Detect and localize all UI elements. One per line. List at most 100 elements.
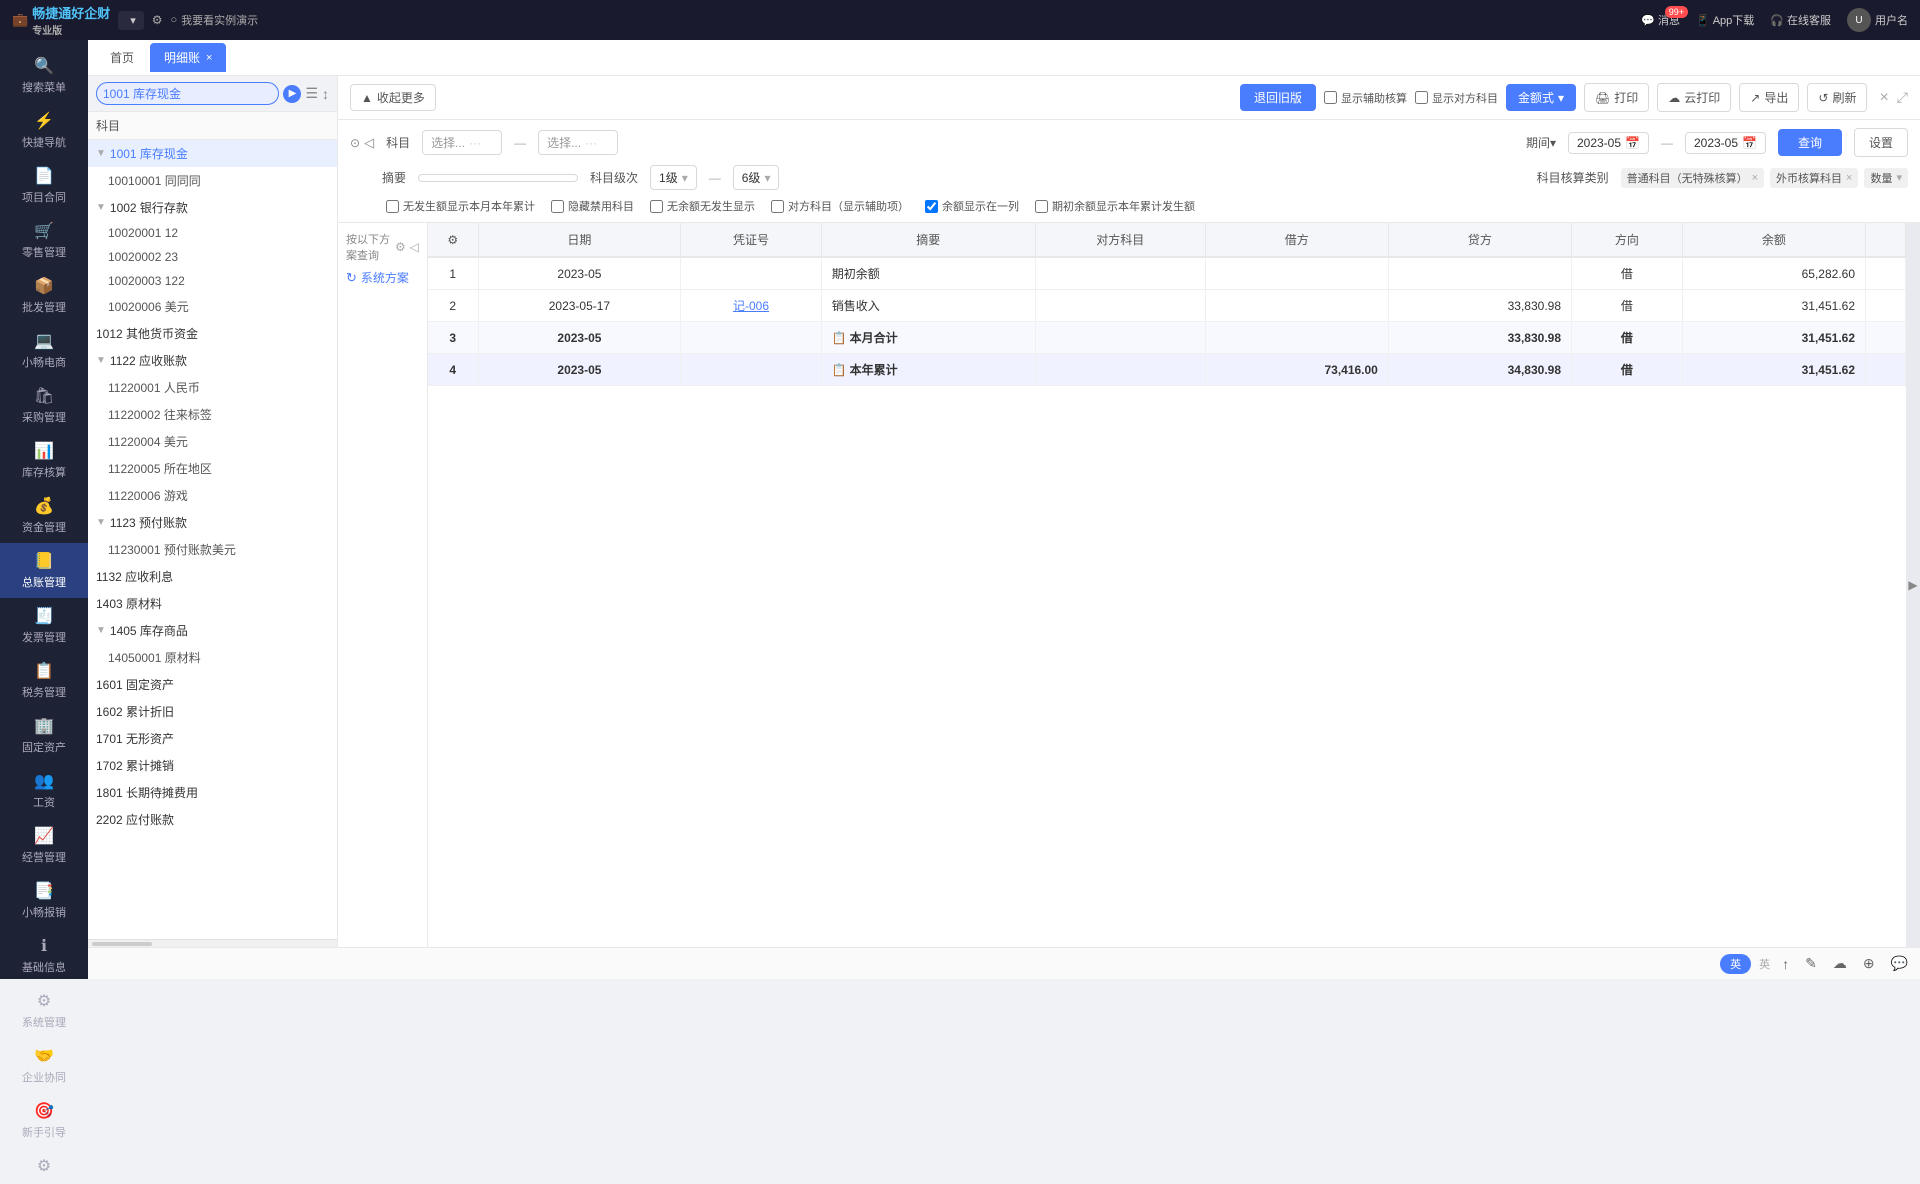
online-service-button[interactable]: 🎧 在线客服 bbox=[1770, 12, 1831, 28]
bottom-icon-1[interactable]: ↑ bbox=[1778, 954, 1793, 974]
sidebar-item-payroll[interactable]: 👥 工资 bbox=[0, 763, 88, 818]
tree-item-1403[interactable]: 1403 原材料 bbox=[88, 590, 337, 617]
sidebar-item-invoice[interactable]: 🧾 发票管理 bbox=[0, 598, 88, 653]
settings-icon[interactable]: ⚙ bbox=[447, 233, 458, 247]
tree-item-10020003[interactable]: 10020003 122 bbox=[88, 269, 337, 293]
tree-item-1801[interactable]: 1801 长期待摊费用 bbox=[88, 779, 337, 806]
tree-item-1405[interactable]: ▼ 1405 库存商品 bbox=[88, 617, 337, 644]
cloud-print-button[interactable]: ☁ 云打印 bbox=[1657, 83, 1731, 112]
sidebar-item-coop[interactable]: 🤝 企业协同 bbox=[0, 1038, 88, 1093]
sidebar-item-purchase[interactable]: 🛍 采购管理 bbox=[0, 378, 88, 433]
summary-input[interactable] bbox=[418, 174, 578, 182]
search-button[interactable]: 查询 bbox=[1778, 129, 1842, 156]
tree-item-11230001[interactable]: 11230001 预付账款美元 bbox=[88, 536, 337, 563]
tab-home[interactable]: 首页 bbox=[96, 43, 148, 72]
show-subject-checkbox[interactable]: 显示对方科目 bbox=[1415, 90, 1498, 106]
sidebar-item-settings[interactable]: ⚙ bbox=[37, 1148, 51, 1184]
tag-close-icon[interactable]: × bbox=[1752, 172, 1758, 184]
demo-link[interactable]: ○ 我要看实例演示 bbox=[171, 12, 259, 28]
tag-normal-subject[interactable]: 普通科目（无特殊核算） × bbox=[1621, 168, 1764, 188]
tree-item-1002[interactable]: ▼ 1002 银行存款 bbox=[88, 194, 337, 221]
sidebar-item-search[interactable]: 🔍 搜索菜单 bbox=[0, 48, 88, 103]
tree-item-1702[interactable]: 1702 累计摊销 bbox=[88, 752, 337, 779]
export-button[interactable]: ↗ 导出 bbox=[1739, 83, 1799, 112]
right-collapse-sidebar[interactable]: ▶ bbox=[1906, 223, 1920, 947]
cb-opening-balance[interactable]: 期初余额显示本年累计发生额 bbox=[1035, 198, 1195, 214]
sidebar-item-inventory[interactable]: 📊 库存核算 bbox=[0, 433, 88, 488]
gear-icon[interactable]: ⚙ bbox=[152, 13, 163, 27]
setting-button[interactable]: 设置 bbox=[1854, 128, 1908, 157]
tree-item-1001[interactable]: ▼ 1001 库存现金 bbox=[88, 140, 337, 167]
tag-quantity[interactable]: 数量 ▾ bbox=[1864, 168, 1908, 188]
period-to-input[interactable]: 2023-05 📅 bbox=[1685, 132, 1766, 154]
bottom-icon-3[interactable]: ☁ bbox=[1829, 953, 1851, 974]
sidebar-item-fixed-assets[interactable]: 🏢 固定资产 bbox=[0, 708, 88, 763]
sidebar-item-report[interactable]: 📑 小畅报销 bbox=[0, 873, 88, 928]
cb-balance-one-col[interactable]: 余额显示在一列 bbox=[925, 198, 1019, 214]
tree-list-icon[interactable]: ☰ bbox=[305, 85, 318, 102]
bottom-icon-4[interactable]: ⊕ bbox=[1859, 953, 1879, 974]
expand-button[interactable]: ⤢ bbox=[1897, 89, 1908, 106]
sidebar-item-guide[interactable]: 🎯 新手引导 bbox=[0, 1093, 88, 1148]
query-scheme-section[interactable]: 按以下方案查询 ⚙ ◁ bbox=[346, 231, 419, 263]
tree-item-1122[interactable]: ▼ 1122 应收账款 bbox=[88, 347, 337, 374]
subject-input-left[interactable]: 选择... ··· bbox=[422, 130, 502, 155]
sidebar-item-ecommerce[interactable]: 💻 小畅电商 bbox=[0, 323, 88, 378]
tree-item-10020002[interactable]: 10020002 23 bbox=[88, 245, 337, 269]
sidebar-item-general[interactable]: 📒 总账管理 bbox=[0, 543, 88, 598]
tag-close-icon[interactable]: × bbox=[1846, 172, 1852, 184]
sidebar-item-quicknav[interactable]: ⚡ 快捷导航 bbox=[0, 103, 88, 158]
th-settings[interactable]: ⚙ bbox=[428, 223, 478, 257]
print-button[interactable]: 🖨 打印 bbox=[1584, 83, 1649, 112]
tree-item-11220005[interactable]: 11220005 所在地区 bbox=[88, 455, 337, 482]
sidebar-item-system[interactable]: ⚙ 系统管理 bbox=[0, 983, 88, 1038]
app-download-button[interactable]: 📱 App下载 bbox=[1696, 12, 1754, 28]
tree-horizontal-scrollbar[interactable] bbox=[88, 939, 337, 947]
cb-no-amount[interactable]: 无发生额显示本月本年累计 bbox=[386, 198, 535, 214]
show-aux-checkbox[interactable]: 显示辅助核算 bbox=[1324, 90, 1407, 106]
tree-item-2202[interactable]: 2202 应付账款 bbox=[88, 806, 337, 833]
cb-hide-disabled[interactable]: 隐藏禁用科目 bbox=[551, 198, 634, 214]
language-button[interactable]: 英 bbox=[1720, 954, 1751, 974]
more-button[interactable]: ▲ 收起更多 bbox=[350, 84, 436, 111]
tree-item-14050001[interactable]: 14050001 原材料 bbox=[88, 644, 337, 671]
voucher-link[interactable]: 记-006 bbox=[733, 299, 769, 313]
level-to-input[interactable]: 6级 ▾ bbox=[733, 165, 780, 190]
message-button[interactable]: 💬 消息 99+ bbox=[1641, 12, 1680, 28]
tag-foreign-currency[interactable]: 外币核算科目 × bbox=[1770, 168, 1858, 188]
tab-close-icon[interactable]: × bbox=[206, 52, 212, 64]
tree-item-11220004[interactable]: 11220004 美元 bbox=[88, 428, 337, 455]
sidebar-item-contract[interactable]: 📄 项目合同 bbox=[0, 158, 88, 213]
tree-item-1602[interactable]: 1602 累计折旧 bbox=[88, 698, 337, 725]
sidebar-item-basic[interactable]: ℹ 基础信息 bbox=[0, 928, 88, 983]
user-menu[interactable]: U 用户名 bbox=[1847, 8, 1908, 32]
sidebar-item-tax[interactable]: 📋 税务管理 bbox=[0, 653, 88, 708]
scheme-settings-icon[interactable]: ⚙ bbox=[395, 240, 406, 254]
close-button[interactable]: × bbox=[1879, 89, 1888, 107]
cell-voucher[interactable]: 记-006 bbox=[681, 290, 821, 322]
sidebar-item-ops[interactable]: 📈 经营管理 bbox=[0, 818, 88, 873]
tree-item-10020001[interactable]: 10020001 12 bbox=[88, 221, 337, 245]
tree-item-1601[interactable]: 1601 固定资产 bbox=[88, 671, 337, 698]
tree-item-11220001[interactable]: 11220001 人民币 bbox=[88, 374, 337, 401]
amount-format-button[interactable]: 金额式 ▾ bbox=[1506, 84, 1576, 111]
tree-item-1123[interactable]: ▼ 1123 预付账款 bbox=[88, 509, 337, 536]
tree-item-11220006[interactable]: 11220006 游戏 bbox=[88, 482, 337, 509]
sidebar-item-capital[interactable]: 💰 资金管理 bbox=[0, 488, 88, 543]
system-scheme[interactable]: ↻ 系统方案 bbox=[346, 269, 419, 286]
tree-navigate-button[interactable]: ▶ bbox=[283, 85, 301, 103]
tree-item-1132[interactable]: 1132 应收利息 bbox=[88, 563, 337, 590]
sidebar-item-wholesale[interactable]: 📦 批发管理 bbox=[0, 268, 88, 323]
topbar-dropdown[interactable]: ▾ bbox=[118, 11, 144, 30]
tree-body[interactable]: ▼ 1001 库存现金 10010001 同同同 ▼ 1002 银行存款 100… bbox=[88, 140, 337, 939]
back-old-version-button[interactable]: 退回旧版 bbox=[1240, 84, 1316, 111]
tree-item-11220002[interactable]: 11220002 往来标签 bbox=[88, 401, 337, 428]
bottom-icon-5[interactable]: 💬 bbox=[1887, 953, 1912, 974]
level-from-input[interactable]: 1级 ▾ bbox=[650, 165, 697, 190]
tree-selected-item[interactable]: 1001 库存现金 bbox=[96, 82, 279, 105]
tree-expand-icon[interactable]: ↕ bbox=[322, 85, 329, 102]
tree-item-1701[interactable]: 1701 无形资产 bbox=[88, 725, 337, 752]
refresh-button[interactable]: ↺ 刷新 bbox=[1807, 83, 1867, 112]
tree-item-1012[interactable]: 1012 其他货币资金 bbox=[88, 320, 337, 347]
scheme-arrow-icon[interactable]: ◁ bbox=[410, 240, 419, 254]
